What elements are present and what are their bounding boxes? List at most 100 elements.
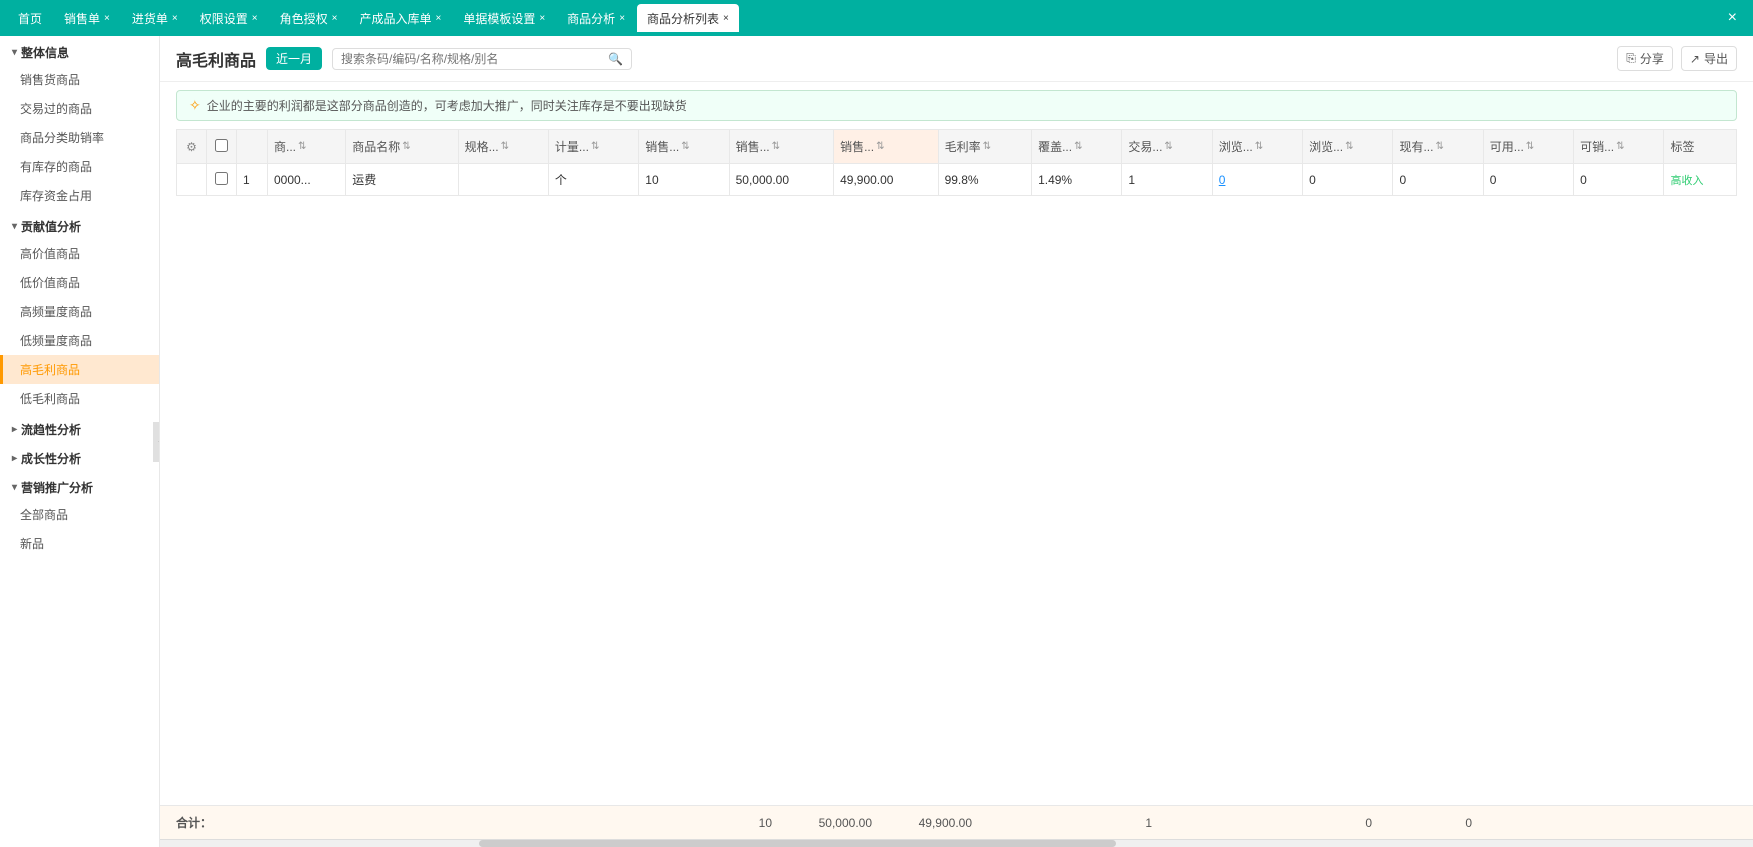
nav-tab-permission-settings[interactable]: 权限设置 × — [190, 4, 268, 32]
row-checkbox-cell[interactable] — [207, 164, 237, 196]
close-icon[interactable]: × — [252, 13, 258, 24]
nav-tab-product-analysis-list[interactable]: 商品分析列表 × — [637, 4, 739, 32]
chevron-right-icon: ▸ — [12, 453, 17, 464]
share-icon: ⎘ — [1626, 51, 1636, 66]
row-sales-profit-cell: 49,900.00 — [834, 164, 938, 196]
close-icon[interactable]: × — [619, 13, 625, 24]
sort-icon: ⇅ — [1616, 141, 1624, 152]
sidebar-group-overall[interactable]: ▾ 整体信息 — [0, 36, 159, 65]
col-code[interactable]: 商...⇅ — [267, 130, 345, 164]
col-name[interactable]: 商品名称⇅ — [346, 130, 458, 164]
sidebar-item-low-freq[interactable]: 低频量度商品 — [0, 326, 159, 355]
tip-bar: ✧ 企业的主要的利润都是这部分商品创造的，可考虑加大推广，同时关注库存是不要出现… — [176, 90, 1737, 121]
col-saleable[interactable]: 可销...⇅ — [1574, 130, 1664, 164]
close-icon[interactable]: × — [539, 13, 545, 24]
sort-icon: ⇅ — [1345, 141, 1353, 152]
sidebar-group-marketing-analysis[interactable]: ▾ 营销推广分析 — [0, 471, 159, 500]
action-buttons: ⎘ 分享 ↗ 导出 — [1617, 46, 1737, 71]
row-browse1-cell[interactable]: 0 — [1212, 164, 1302, 196]
row-saleable-cell: 0 — [1574, 164, 1664, 196]
row-unit-cell: 个 — [548, 164, 638, 196]
filter-month-button[interactable]: 近一月 — [266, 47, 322, 70]
close-icon[interactable]: × — [104, 13, 110, 24]
sidebar-item-low-margin[interactable]: 低毛利商品 — [0, 384, 159, 413]
col-sales-qty[interactable]: 销售...⇅ — [639, 130, 729, 164]
sidebar-group-wealth-analysis[interactable]: ▾ 贡献值分析 — [0, 210, 159, 239]
sidebar-item-low-value[interactable]: 低价值商品 — [0, 268, 159, 297]
sort-icon: ⇅ — [402, 141, 410, 152]
close-icon[interactable]: × — [172, 13, 178, 24]
export-button[interactable]: ↗ 导出 — [1681, 46, 1737, 71]
row-available2-cell: 0 — [1483, 164, 1573, 196]
col-unit[interactable]: 计量...⇅ — [548, 130, 638, 164]
search-box: 🔍 — [332, 48, 632, 70]
sort-icon: ⇅ — [681, 141, 689, 152]
sidebar-item-goods-analysis[interactable]: 商品分类助销率 — [0, 123, 159, 152]
col-checkbox[interactable] — [207, 130, 237, 164]
row-name-cell: 运费 — [346, 164, 458, 196]
nav-tab-product-analysis[interactable]: 商品分析 × — [557, 4, 635, 32]
footer-saleable: 0 — [1392, 816, 1472, 830]
footer-total-bar: 合计： 10 50,000.00 49,900.00 1 0 0 — [160, 805, 1753, 839]
table-container[interactable]: ⚙ 商...⇅ 商品名称⇅ 规格...⇅ 计量...⇅ 销售...⇅ 销售...… — [176, 129, 1737, 805]
col-settings[interactable]: ⚙ — [177, 130, 207, 164]
close-icon[interactable]: × — [723, 13, 729, 24]
row-available1-cell: 0 — [1393, 164, 1483, 196]
col-transaction[interactable]: 交易...⇅ — [1122, 130, 1212, 164]
row-settings-cell — [177, 164, 207, 196]
col-seq — [237, 130, 268, 164]
sidebar-item-inventory-usage[interactable]: 库存资金占用 — [0, 181, 159, 210]
sort-icon: ⇅ — [1435, 141, 1443, 152]
nav-tab-purchase-order[interactable]: 进货单 × — [122, 4, 188, 32]
col-browse2[interactable]: 浏览...⇅ — [1303, 130, 1393, 164]
close-icon[interactable]: × — [332, 13, 338, 24]
tip-icon: ✧ — [189, 97, 201, 114]
col-sales-amount[interactable]: 销售...⇅ — [729, 130, 833, 164]
nav-tab-product-entry[interactable]: 产成品入库单 × — [349, 4, 451, 32]
sidebar-item-high-freq[interactable]: 高频量度商品 — [0, 297, 159, 326]
col-tag[interactable]: 标签 — [1664, 130, 1737, 164]
search-input[interactable] — [341, 52, 604, 66]
close-all-button[interactable]: × — [1720, 9, 1745, 27]
nav-tab-role-permission[interactable]: 角色授权 × — [270, 4, 348, 32]
chevron-down-icon: ▾ — [12, 482, 17, 493]
footer-transaction: 1 — [1072, 816, 1152, 830]
col-available2[interactable]: 可用...⇅ — [1483, 130, 1573, 164]
nav-tab-sales-order[interactable]: 销售单 × — [54, 4, 120, 32]
row-checkbox[interactable] — [215, 172, 228, 185]
sidebar-item-inventory-goods[interactable]: 有库存的商品 — [0, 152, 159, 181]
horizontal-scrollbar[interactable] — [160, 839, 1753, 847]
col-sales-profit[interactable]: 销售...⇅ — [834, 130, 938, 164]
sidebar-item-traded-goods[interactable]: 交易过的商品 — [0, 94, 159, 123]
search-icon[interactable]: 🔍 — [608, 52, 623, 66]
col-coverage[interactable]: 覆盖...⇅ — [1032, 130, 1122, 164]
sidebar-collapse-button[interactable]: « — [153, 422, 160, 462]
row-code-cell: 0000... — [267, 164, 345, 196]
sort-icon: ⇅ — [983, 141, 991, 152]
sort-icon: ⇅ — [501, 141, 509, 152]
col-margin-rate[interactable]: 毛利率⇅ — [938, 130, 1031, 164]
col-spec[interactable]: 规格...⇅ — [458, 130, 548, 164]
sidebar-item-new-goods[interactable]: 新品 — [0, 529, 159, 558]
table-row[interactable]: 1 0000... 运费 个 10 50,000.00 49,900.00 99… — [177, 164, 1737, 196]
nav-tab-home[interactable]: 首页 — [8, 10, 52, 27]
row-sales-qty-cell: 10 — [639, 164, 729, 196]
footer-available1: 0 — [1292, 816, 1372, 830]
share-button[interactable]: ⎘ 分享 — [1617, 46, 1673, 71]
sidebar-item-all-goods[interactable]: 全部商品 — [0, 500, 159, 529]
sidebar-group-growth-analysis[interactable]: ▸ 成长性分析 — [0, 442, 159, 471]
sidebar-item-high-margin[interactable]: 高毛利商品 — [0, 355, 159, 384]
sidebar-group-trend-analysis[interactable]: ▸ 流趋性分析 — [0, 413, 159, 442]
scrollbar-thumb[interactable] — [479, 840, 1116, 847]
sidebar-item-high-value[interactable]: 高价值商品 — [0, 239, 159, 268]
close-icon[interactable]: × — [435, 13, 441, 24]
nav-tab-template-settings[interactable]: 单据模板设置 × — [453, 4, 555, 32]
col-available1[interactable]: 现有...⇅ — [1393, 130, 1483, 164]
footer-sales-amount: 50,000.00 — [792, 816, 872, 830]
footer-sales-profit: 49,900.00 — [892, 816, 972, 830]
sort-icon: ⇅ — [772, 141, 780, 152]
sidebar-item-sales-goods[interactable]: 销售货商品 — [0, 65, 159, 94]
row-margin-rate-cell: 99.8% — [938, 164, 1031, 196]
col-browse1[interactable]: 浏览...⇅ — [1212, 130, 1302, 164]
select-all-checkbox[interactable] — [215, 139, 228, 152]
